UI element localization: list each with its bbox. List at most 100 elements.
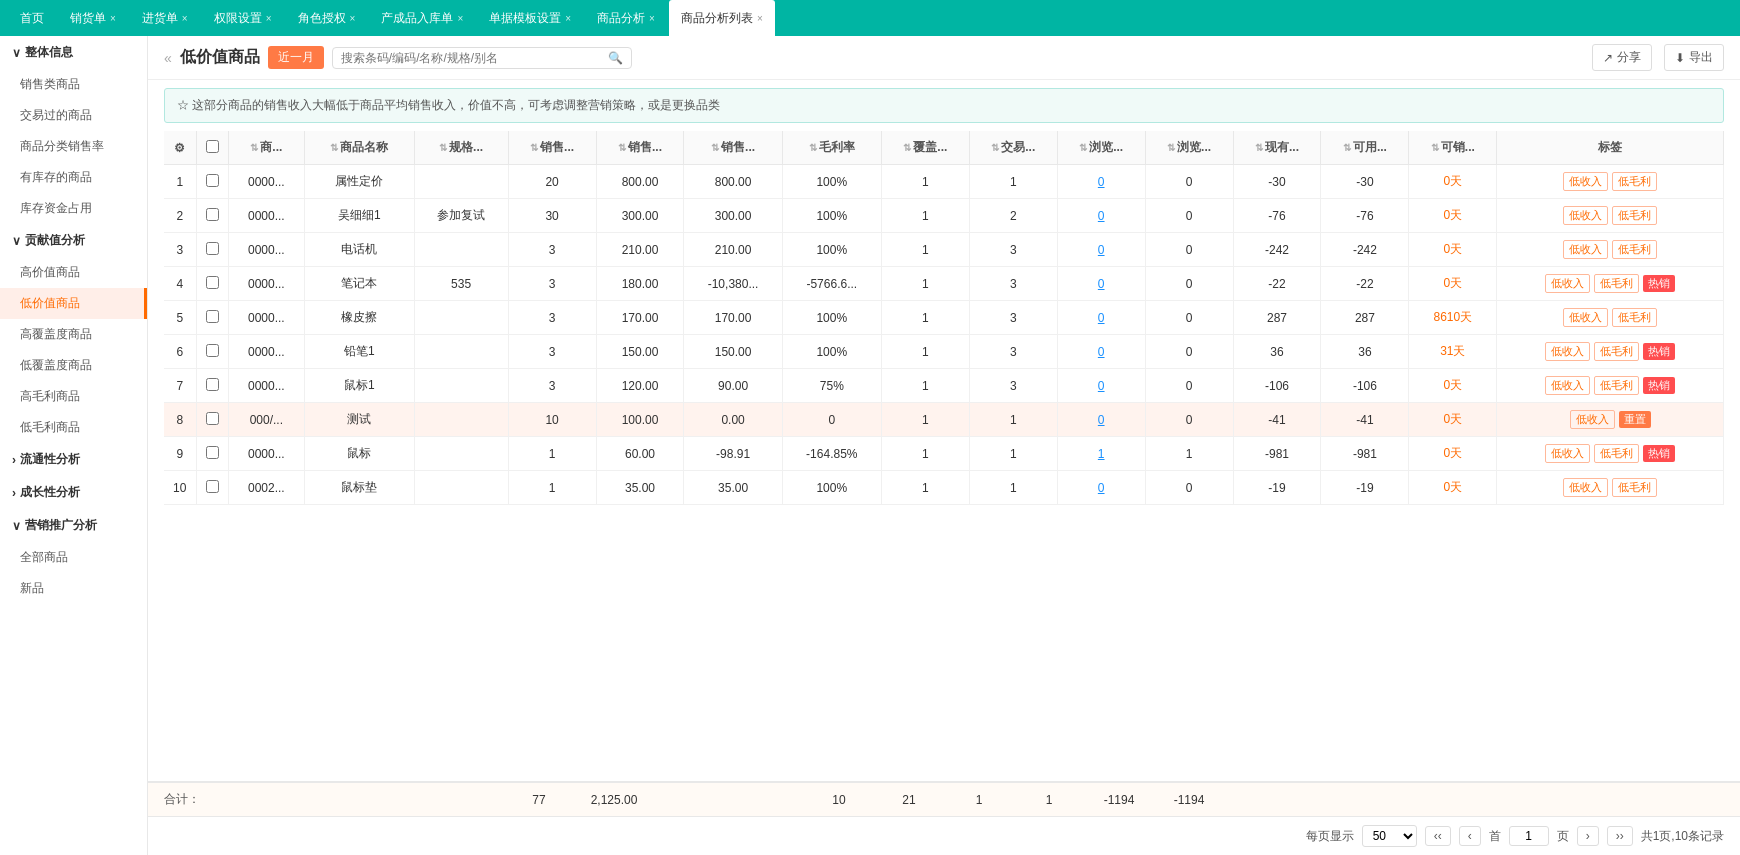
row-select-checkbox[interactable] (206, 276, 219, 289)
table-row: 40000...笔记本5353180.00-10,380...-5766.6..… (164, 267, 1724, 301)
search-input[interactable] (341, 51, 604, 65)
last-page-button[interactable]: ›› (1607, 826, 1633, 846)
row-select-checkbox[interactable] (206, 208, 219, 221)
first-page-button[interactable]: ‹‹ (1425, 826, 1451, 846)
row-browse1[interactable]: 1 (1057, 437, 1145, 471)
checkbox-column-header[interactable] (196, 131, 228, 165)
row-browse1[interactable]: 0 (1057, 301, 1145, 335)
current-page-input[interactable] (1509, 826, 1549, 846)
row-select-checkbox[interactable] (206, 446, 219, 459)
row-sales-amt: 300.00 (596, 199, 684, 233)
close-icon[interactable]: × (649, 13, 655, 24)
sidebar-group-contribution[interactable]: ∨ 贡献值分析 (0, 224, 147, 257)
sidebar-item-high-margin[interactable]: 高毛利商品 (0, 381, 147, 412)
table-row: 20000...吴细细1参加复试30300.00300.00100%1200-7… (164, 199, 1724, 233)
sidebar-item-sales-products[interactable]: 销售类商品 (0, 69, 147, 100)
transaction-column-header[interactable]: 交易... (969, 131, 1057, 165)
row-select-checkbox[interactable] (206, 480, 219, 493)
export-button[interactable]: ⬇ 导出 (1664, 44, 1724, 71)
prev-page-button[interactable]: ‹ (1459, 826, 1481, 846)
sidebar-item-stock-capital[interactable]: 库存资金占用 (0, 193, 147, 224)
sidebar-collapse-button[interactable]: « (164, 50, 172, 66)
row-checkbox[interactable] (196, 403, 228, 437)
row-checkbox[interactable] (196, 267, 228, 301)
close-icon[interactable]: × (110, 13, 116, 24)
browse2-column-header[interactable]: 浏览... (1145, 131, 1233, 165)
row-browse1[interactable]: 0 (1057, 335, 1145, 369)
sidebar-group-marketing[interactable]: ∨ 营销推广分析 (0, 509, 147, 542)
sidebar-item-low-margin[interactable]: 低毛利商品 (0, 412, 147, 443)
sidebar-item-in-stock[interactable]: 有库存的商品 (0, 162, 147, 193)
nav-product-analysis-list[interactable]: 商品分析列表 × (669, 0, 775, 36)
row-checkbox[interactable] (196, 301, 228, 335)
page-size-select[interactable]: 50 100 (1362, 825, 1417, 847)
browse1-column-header[interactable]: 浏览... (1057, 131, 1145, 165)
close-icon[interactable]: × (266, 13, 272, 24)
row-select-checkbox[interactable] (206, 344, 219, 357)
spec-column-header[interactable]: 规格... (414, 131, 508, 165)
margin-rate-column-header[interactable]: 毛利率 (782, 131, 881, 165)
next-page-button[interactable]: › (1577, 826, 1599, 846)
nav-template[interactable]: 单据模板设置 × (477, 0, 583, 36)
code-column-header[interactable]: 商... (228, 131, 305, 165)
sidebar-item-all-products[interactable]: 全部商品 (0, 542, 147, 573)
row-browse1[interactable]: 0 (1057, 471, 1145, 505)
row-browse1[interactable]: 0 (1057, 403, 1145, 437)
sidebar-item-high-value[interactable]: 高价值商品 (0, 257, 147, 288)
available-column-header[interactable]: 可用... (1321, 131, 1409, 165)
nav-roles[interactable]: 角色授权 × (286, 0, 368, 36)
search-icon[interactable]: 🔍 (608, 51, 623, 65)
row-checkbox[interactable] (196, 437, 228, 471)
row-checkbox[interactable] (196, 199, 228, 233)
close-icon[interactable]: × (757, 13, 763, 24)
sellable-column-header[interactable]: 可销... (1409, 131, 1497, 165)
row-browse1[interactable]: 0 (1057, 233, 1145, 267)
nav-purchase[interactable]: 进货单 × (130, 0, 200, 36)
close-icon[interactable]: × (457, 13, 463, 24)
close-icon[interactable]: × (182, 13, 188, 24)
table-container[interactable]: ⚙ 商... 商品名称 规格... 销售... 销售... 销售... 毛利率 … (148, 131, 1740, 781)
row-browse1[interactable]: 0 (1057, 199, 1145, 233)
select-all-checkbox[interactable] (206, 140, 219, 153)
share-button[interactable]: ↗ 分享 (1592, 44, 1652, 71)
close-icon[interactable]: × (565, 13, 571, 24)
sidebar-item-low-coverage[interactable]: 低覆盖度商品 (0, 350, 147, 381)
row-checkbox[interactable] (196, 335, 228, 369)
nav-product-analysis[interactable]: 商品分析 × (585, 0, 667, 36)
tag-label: 低毛利 (1612, 308, 1657, 327)
sidebar-group-growth[interactable]: › 成长性分析 (0, 476, 147, 509)
sidebar-item-high-coverage[interactable]: 高覆盖度商品 (0, 319, 147, 350)
sidebar-group-liquidity[interactable]: › 流通性分析 (0, 443, 147, 476)
row-select-checkbox[interactable] (206, 378, 219, 391)
row-checkbox[interactable] (196, 471, 228, 505)
filter-recent-month-button[interactable]: 近一月 (268, 46, 324, 69)
name-column-header[interactable]: 商品名称 (305, 131, 414, 165)
row-select-checkbox[interactable] (206, 310, 219, 323)
settings-column-header[interactable]: ⚙ (164, 131, 196, 165)
row-checkbox[interactable] (196, 369, 228, 403)
row-browse1[interactable]: 0 (1057, 369, 1145, 403)
nav-product-storage[interactable]: 产成品入库单 × (369, 0, 475, 36)
row-checkbox[interactable] (196, 233, 228, 267)
sidebar-item-low-value[interactable]: 低价值商品 (0, 288, 147, 319)
nav-home[interactable]: 首页 (8, 0, 56, 36)
nav-permissions[interactable]: 权限设置 × (202, 0, 284, 36)
row-select-checkbox[interactable] (206, 174, 219, 187)
row-select-checkbox[interactable] (206, 412, 219, 425)
close-icon[interactable]: × (350, 13, 356, 24)
current-column-header[interactable]: 现有... (1233, 131, 1321, 165)
row-browse1[interactable]: 0 (1057, 165, 1145, 199)
row-sales-amt: 60.00 (596, 437, 684, 471)
row-checkbox[interactable] (196, 165, 228, 199)
sidebar-item-new-products[interactable]: 新品 (0, 573, 147, 604)
row-select-checkbox[interactable] (206, 242, 219, 255)
row-browse1[interactable]: 0 (1057, 267, 1145, 301)
sidebar-item-traded-products[interactable]: 交易过的商品 (0, 100, 147, 131)
sales-qty-column-header[interactable]: 销售... (508, 131, 596, 165)
nav-sales[interactable]: 销货单 × (58, 0, 128, 36)
coverage-column-header[interactable]: 覆盖... (881, 131, 969, 165)
sidebar-group-overall[interactable]: ∨ 整体信息 (0, 36, 147, 69)
sidebar-item-category-sales-rate[interactable]: 商品分类销售率 (0, 131, 147, 162)
sales-amt-column-header[interactable]: 销售... (596, 131, 684, 165)
sales-avg-column-header[interactable]: 销售... (684, 131, 782, 165)
